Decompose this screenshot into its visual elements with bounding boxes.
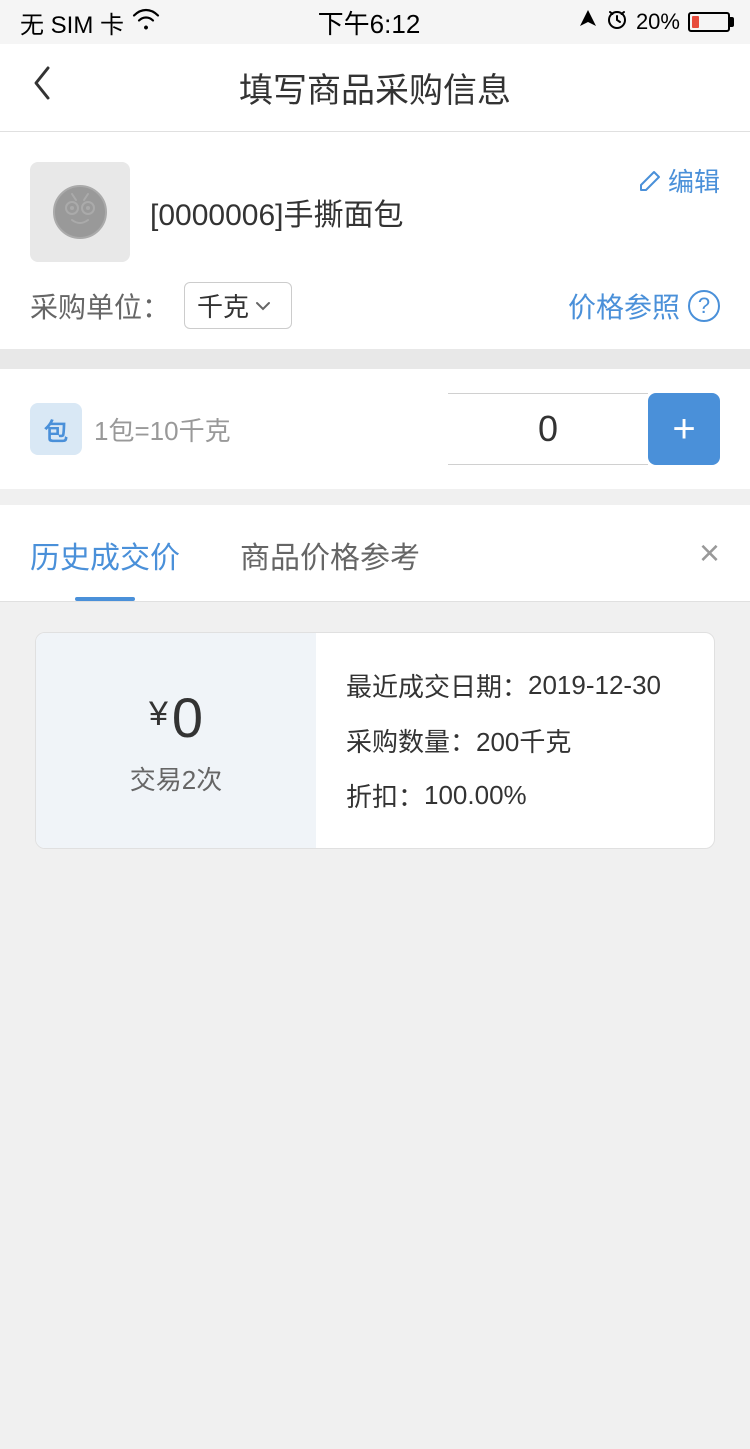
quantity-control: 0 + — [448, 393, 720, 465]
price-summary-panel: ¥ 0 交易2次 — [36, 633, 316, 848]
recent-date-label: 最近成交日期： — [346, 667, 528, 704]
recent-date-row: 最近成交日期： 2019-12-30 — [346, 667, 684, 704]
price-detail-panel: 最近成交日期： 2019-12-30 采购数量： 200千克 折扣： 100.0… — [316, 633, 714, 848]
alarm-icon — [606, 8, 628, 36]
wifi-icon — [132, 8, 160, 37]
product-thumbnail — [30, 162, 130, 262]
tabs-left: 历史成交价 商品价格参考 — [30, 505, 420, 601]
page-title: 填写商品采购信息 — [239, 63, 511, 112]
close-button[interactable]: × — [699, 532, 720, 574]
help-icon: ? — [688, 290, 720, 322]
product-card: [0000006]手撕面包 编辑 采购单位： 千克 价格参照 ? — [0, 132, 750, 349]
gps-icon — [578, 8, 598, 36]
currency-symbol: ¥ — [149, 685, 168, 734]
status-right: 20% — [578, 8, 730, 36]
price-value: 0 — [172, 685, 203, 750]
tab-history-price[interactable]: 历史成交价 — [30, 505, 180, 601]
price-ref-label: 价格参照 — [568, 286, 680, 326]
tab-product-price-ref[interactable]: 商品价格参考 — [240, 505, 420, 601]
purchase-qty-label: 采购数量： — [346, 722, 476, 759]
tabs-container: 历史成交价 商品价格参考 × — [0, 505, 750, 602]
discount-row: 折扣： 100.00% — [346, 777, 684, 814]
back-button[interactable] — [30, 63, 54, 112]
status-left: 无 SIM 卡 — [20, 5, 160, 40]
purchase-qty-row: 采购数量： 200千克 — [346, 722, 684, 759]
carrier-label: 无 SIM 卡 — [20, 5, 124, 40]
status-time: 下午6:12 — [318, 4, 421, 41]
price-amount: ¥ 0 — [149, 685, 203, 750]
unit-conversion: 1包=10千克 — [94, 411, 231, 448]
transaction-count: 交易2次 — [130, 760, 222, 797]
product-full-name: [0000006]手撕面包 — [150, 190, 403, 234]
unit-info: 包 1包=10千克 — [30, 403, 231, 455]
status-bar: 无 SIM 卡 下午6:12 20% — [0, 0, 750, 44]
discount-value: 100.00% — [424, 780, 527, 811]
page-background — [0, 849, 750, 1449]
quantity-input[interactable]: 0 — [448, 393, 648, 465]
recent-date-value: 2019-12-30 — [528, 670, 661, 701]
quantity-plus-button[interactable]: + — [648, 393, 720, 465]
battery-percentage: 20% — [636, 9, 680, 35]
unit-badge: 包 — [30, 403, 82, 455]
purchase-unit-label: 采购单位： — [30, 286, 170, 326]
edit-button[interactable]: 编辑 — [638, 162, 720, 199]
discount-label: 折扣： — [346, 777, 424, 814]
section-divider — [0, 349, 750, 369]
unit-select-dropdown[interactable]: 千克 — [184, 282, 292, 329]
product-footer: 采购单位： 千克 价格参照 ? — [30, 282, 720, 329]
unit-value: 千克 — [197, 287, 249, 324]
price-history-card: ¥ 0 交易2次 最近成交日期： 2019-12-30 采购数量： 200千克 … — [35, 632, 715, 849]
product-header: [0000006]手撕面包 编辑 — [30, 162, 720, 262]
battery-icon — [688, 12, 730, 32]
product-left: [0000006]手撕面包 — [30, 162, 403, 262]
purchase-qty-value: 200千克 — [476, 722, 571, 759]
quantity-row: 包 1包=10千克 0 + — [0, 369, 750, 489]
purchase-unit: 采购单位： 千克 — [30, 282, 292, 329]
price-reference-button[interactable]: 价格参照 ? — [568, 286, 720, 326]
nav-bar: 填写商品采购信息 — [0, 44, 750, 132]
